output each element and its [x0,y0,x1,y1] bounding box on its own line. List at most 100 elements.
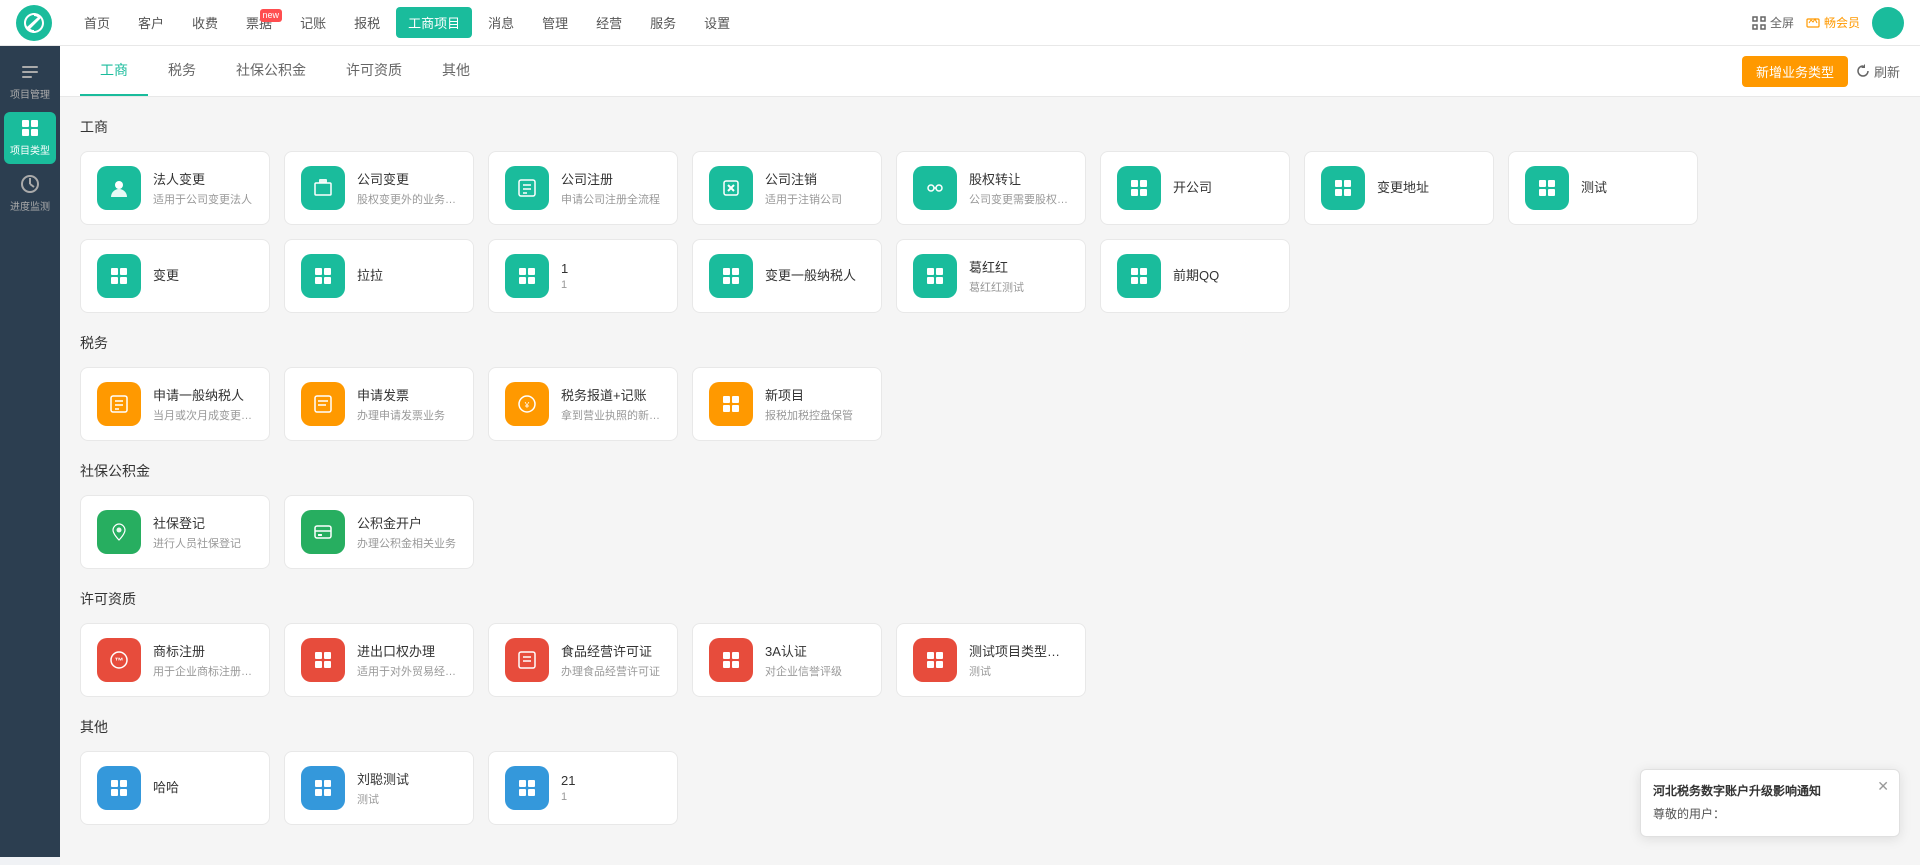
card-company-change[interactable]: 公司变更 股权变更外的业务变更 [284,151,474,225]
section-title-social: 社保公积金 [80,461,1900,481]
card-text-gehonghong: 葛红红 葛红红测试 [969,257,1069,295]
cards-grid-social: 社保登记 进行人员社保登记 公积金开户 办理公积金相关业务 [80,495,1900,569]
card-21[interactable]: 21 1 [488,751,678,825]
card-title-fund-account: 公积金开户 [357,513,457,532]
card-text-1: 1 1 [561,261,661,291]
notification-popup: ✕ 河北税务数字账户升级影响通知 尊敬的用户： [1640,769,1900,837]
nav-bookkeeping[interactable]: 记账 [288,7,338,38]
card-icon-new-project [709,382,753,426]
card-1[interactable]: 1 1 [488,239,678,313]
card-company-cancel[interactable]: 公司注销 适用于注销公司 [692,151,882,225]
card-desc-legal-change: 适用于公司变更法人 [153,191,253,207]
card-text-company-change: 公司变更 股权变更外的业务变更 [357,169,457,207]
card-test-type[interactable]: 测试项目类型自定义 测试 [896,623,1086,697]
card-liucong-test[interactable]: 刘聪测试 测试 [284,751,474,825]
card-tax-bookkeeping[interactable]: ¥ 税务报道+记账 拿到营业执照的新公司 [488,367,678,441]
card-company-register[interactable]: 公司注册 申请公司注册全流程 [488,151,678,225]
card-icon-company-change [301,166,345,210]
card-qianqi-qq[interactable]: 前期QQ [1100,239,1290,313]
card-desc-1: 1 [561,279,661,291]
card-apply-invoice[interactable]: 申请发票 办理申请发票业务 [284,367,474,441]
card-icon-company-cancel [709,166,753,210]
card-icon-haha [97,766,141,810]
card-desc-apply-invoice: 办理申请发票业务 [357,407,457,423]
nav-operation[interactable]: 经营 [584,7,634,38]
refresh-button[interactable]: 刷新 [1856,62,1900,81]
fullscreen-button[interactable]: 全屏 [1752,14,1794,31]
card-icon-liucong-test [301,766,345,810]
card-title-1: 1 [561,261,661,276]
nav-service[interactable]: 服务 [638,7,688,38]
card-desc-food-license: 办理食品经营许可证 [561,663,661,679]
tab-social-security[interactable]: 社保公积金 [216,46,326,96]
nav-message[interactable]: 消息 [476,7,526,38]
card-legal-change[interactable]: 法人变更 适用于公司变更法人 [80,151,270,225]
card-text-qianqi-qq: 前期QQ [1173,265,1273,287]
card-title-qianqi-qq: 前期QQ [1173,265,1273,284]
cards-grid-license: ™ 商标注册 用于企业商标注册服务 进出口权办理 适用于对外贸易经营者 [80,623,1900,697]
tab-tax[interactable]: 税务 [148,46,216,96]
add-type-button[interactable]: 新增业务类型 [1742,56,1848,87]
card-text-liucong-test: 刘聪测试 测试 [357,769,457,807]
card-title-change-address: 变更地址 [1377,177,1477,196]
card-food-license[interactable]: 食品经营许可证 办理食品经营许可证 [488,623,678,697]
card-title-open-company: 开公司 [1173,177,1273,196]
right-actions: 全屏 畅会员 [1752,7,1904,39]
card-title-company-change: 公司变更 [357,169,457,188]
nav-home[interactable]: 首页 [72,7,122,38]
notification-close-button[interactable]: ✕ [1877,778,1889,795]
card-apply-taxpayer[interactable]: 申请一般纳税人 当月或次月成变更完成 [80,367,270,441]
cards-grid-business: 法人变更 适用于公司变更法人 公司变更 股权变更外的业务变更 公司注册 [80,151,1900,313]
card-text-open-company: 开公司 [1173,177,1273,199]
nav-business[interactable]: 工商项目 [396,7,472,38]
card-test[interactable]: 测试 [1508,151,1698,225]
card-trademark[interactable]: ™ 商标注册 用于企业商标注册服务 [80,623,270,697]
nav-customer[interactable]: 客户 [126,7,176,38]
card-icon-apply-invoice [301,382,345,426]
card-icon-gehonghong [913,254,957,298]
new-badge: new [260,9,283,22]
nav-tax[interactable]: 报税 [342,7,392,38]
card-text-haha: 哈哈 [153,777,253,799]
card-text-lala: 拉拉 [357,265,457,287]
tab-license[interactable]: 许可资质 [326,46,422,96]
card-desc-apply-taxpayer: 当月或次月成变更完成 [153,407,253,423]
card-new-project[interactable]: 新项目 报税加税控盘保管 [692,367,882,441]
card-change-address[interactable]: 变更地址 [1304,151,1494,225]
card-text-food-license: 食品经营许可证 办理食品经营许可证 [561,641,661,679]
card-gehonghong[interactable]: 葛红红 葛红红测试 [896,239,1086,313]
card-social-register[interactable]: 社保登记 进行人员社保登记 [80,495,270,569]
card-open-company[interactable]: 开公司 [1100,151,1290,225]
card-title-social-register: 社保登记 [153,513,253,532]
card-desc-tax-bookkeeping: 拿到营业执照的新公司 [561,407,661,423]
card-fund-account[interactable]: 公积金开户 办理公积金相关业务 [284,495,474,569]
sidebar-item-progress[interactable]: 进度监测 [4,168,56,220]
card-title-change: 变更 [153,265,253,284]
nav-settings[interactable]: 设置 [692,7,742,38]
sidebar-item-project-manage[interactable]: 项目管理 [4,56,56,108]
card-change[interactable]: 变更 [80,239,270,313]
sidebar-item-project-type[interactable]: 项目类型 [4,112,56,164]
nav-billing[interactable]: 收费 [180,7,230,38]
user-avatar[interactable] [1872,7,1904,39]
main-content: 工商 税务 社保公积金 许可资质 其他 新增业务类型 刷新 工商 法人变更 适用… [60,46,1920,865]
card-change-taxpayer[interactable]: 变更一般纳税人 [692,239,882,313]
svg-text:™: ™ [115,656,124,666]
card-desc-fund-account: 办理公积金相关业务 [357,535,457,551]
section-title-other: 其他 [80,717,1900,737]
cards-grid-tax: 申请一般纳税人 当月或次月成变更完成 申请发票 办理申请发票业务 ¥ 税务报道 [80,367,1900,441]
card-icon-legal-change [97,166,141,210]
card-haha[interactable]: 哈哈 [80,751,270,825]
vip-button[interactable]: 畅会员 [1806,14,1860,31]
card-equity-transfer[interactable]: 股权转让 公司变更需要股权转让 [896,151,1086,225]
card-lala[interactable]: 拉拉 [284,239,474,313]
card-icon-change-taxpayer [709,254,753,298]
nav-manage[interactable]: 管理 [530,7,580,38]
nav-invoice[interactable]: 票据 new [234,7,284,38]
card-text-equity-transfer: 股权转让 公司变更需要股权转让 [969,169,1069,207]
card-3a-cert[interactable]: 3A认证 对企业信誉评级 [692,623,882,697]
tab-other[interactable]: 其他 [422,46,490,96]
card-import-export[interactable]: 进出口权办理 适用于对外贸易经营者 [284,623,474,697]
card-desc-social-register: 进行人员社保登记 [153,535,253,551]
tab-business[interactable]: 工商 [80,46,148,96]
